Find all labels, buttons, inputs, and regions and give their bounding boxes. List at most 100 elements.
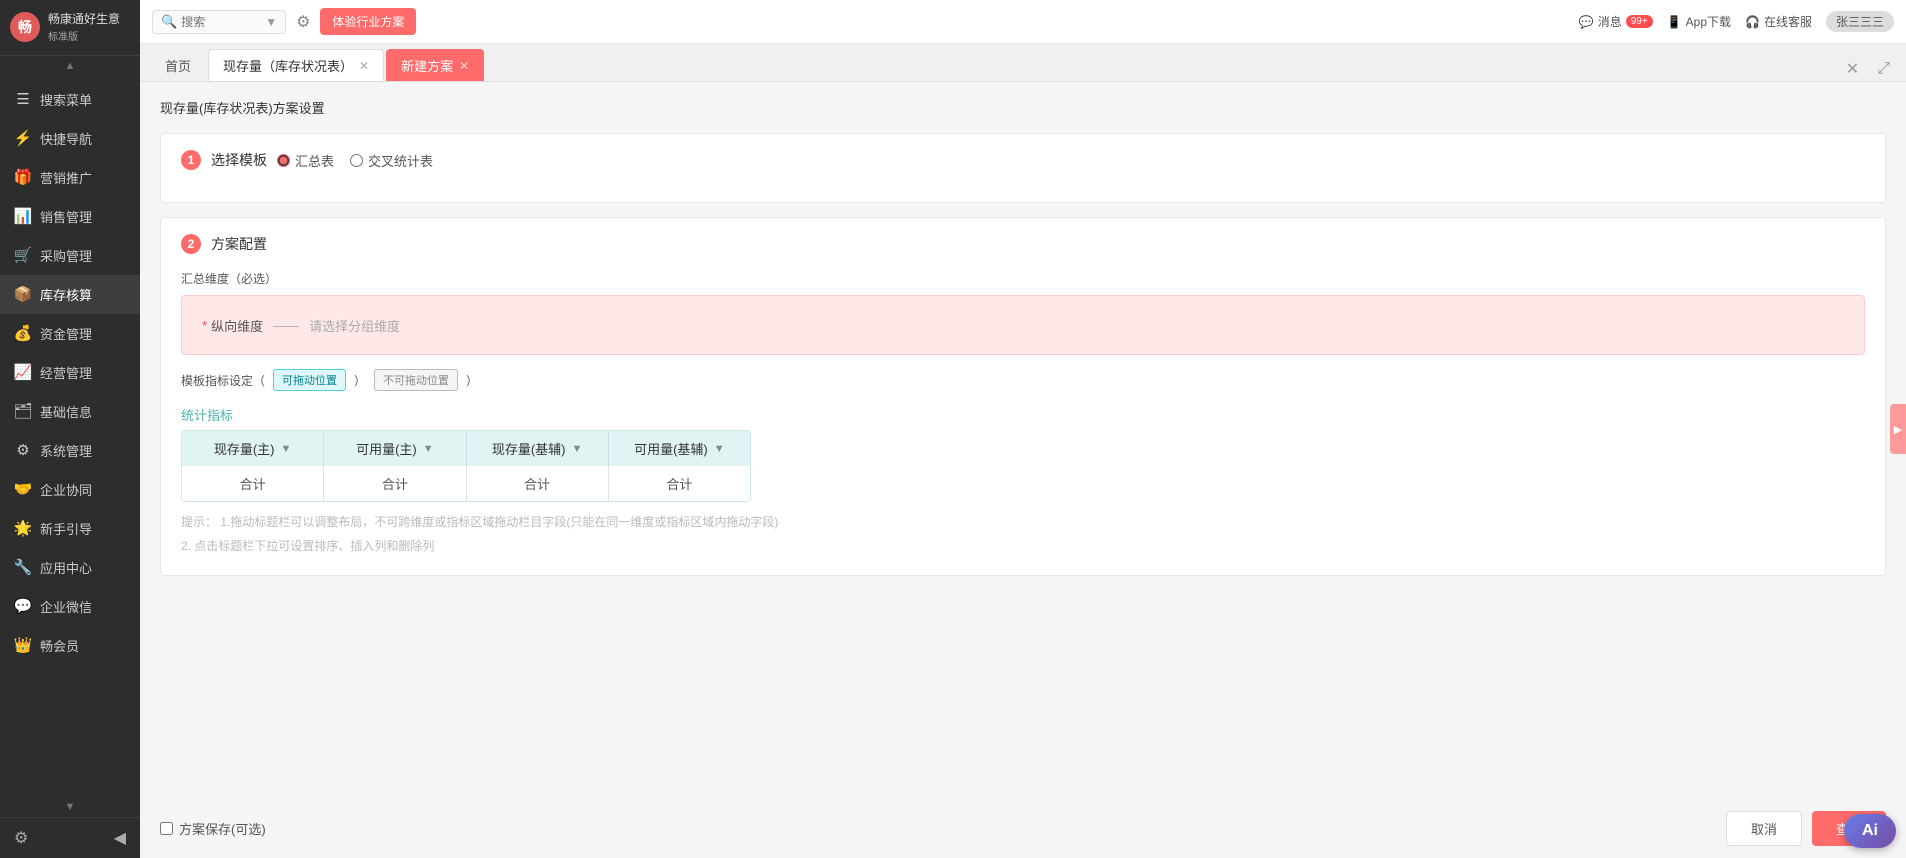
col-current-main[interactable]: 现存量(主) ▼ (182, 431, 324, 466)
vertical-dimension-label: 纵向维度 (211, 316, 263, 335)
sidebar-item-member[interactable]: 👑 畅会员 (0, 626, 140, 665)
quick-nav-icon: ⚡ (14, 129, 32, 147)
sidebar-scroll-down[interactable]: ▼ (0, 797, 140, 817)
radio-summary-label: 汇总表 (295, 151, 334, 170)
section1-header: 1 选择模板 汇总表 交叉统计表 (181, 150, 1865, 170)
sidebar-item-system[interactable]: ⚙ 系统管理 (0, 431, 140, 470)
trial-industry-button[interactable]: 体验行业方案 (320, 8, 416, 35)
sidebar-scroll-up[interactable]: ▲ (0, 56, 140, 76)
cell-sum-1: 合计 (182, 466, 324, 501)
tab-close-all-button[interactable]: ✕ (1840, 57, 1865, 81)
sidebar-item-operations[interactable]: 📈 经营管理 (0, 353, 140, 392)
tab-inventory-label: 现存量（库存状况表） (223, 56, 353, 75)
sidebar-item-label: 搜索菜单 (40, 90, 92, 109)
section-choose-template: 1 选择模板 汇总表 交叉统计表 (160, 133, 1886, 203)
sidebar-item-finance[interactable]: 💰 资金管理 (0, 314, 140, 353)
content-footer: 方案保存(可选) 取消 查询 (140, 799, 1906, 858)
save-plan-checkbox-label[interactable]: 方案保存(可选) (160, 819, 266, 838)
enterprise-icon: 🤝 (14, 480, 32, 498)
section1-title: 选择模板 (211, 150, 267, 170)
online-service-button[interactable]: 🎧 在线客服 (1745, 13, 1812, 30)
chip-fixed: 不可拖动位置 (374, 369, 458, 391)
tab-expand-button[interactable]: ⤢ (1871, 58, 1896, 80)
system-icon: ⚙ (14, 441, 32, 459)
message-button[interactable]: 💬 消息 99+ (1579, 13, 1653, 30)
finance-icon: 💰 (14, 324, 32, 342)
message-badge: 99+ (1626, 15, 1653, 28)
hint-1: 提示： 1.拖动标题栏可以调整布局，不可跨维度或指标区域拖动栏目字段(只能在同一… (181, 512, 1865, 534)
basic-info-icon: 🗂 (14, 402, 32, 420)
sidebar-item-wechat-work[interactable]: 💬 企业微信 (0, 587, 140, 626)
col-available-main[interactable]: 可用量(主) ▼ (324, 431, 466, 466)
tab-controls: ✕ ⤢ (1840, 57, 1906, 81)
indicator-close-paren2: ） (466, 372, 478, 389)
sidebar-item-app-center[interactable]: 🔧 应用中心 (0, 548, 140, 587)
tab-new-plan-close-icon[interactable]: ✕ (459, 59, 469, 73)
tab-inventory-close-icon[interactable]: ✕ (359, 59, 369, 73)
sidebar-item-label: 基础信息 (40, 402, 92, 421)
tabbar: 首页 现存量（库存状况表） ✕ 新建方案 ✕ ✕ ⤢ (140, 44, 1906, 82)
settings-icon[interactable]: ⚙ (14, 828, 28, 848)
sidebar-item-label: 新手引导 (40, 519, 92, 538)
right-panel-toggle[interactable]: ▶ (1890, 404, 1906, 454)
save-plan-label: 方案保存(可选) (179, 819, 266, 838)
topbar-search-box[interactable]: 🔍 ▼ (152, 10, 286, 34)
sidebar-item-quick-nav[interactable]: ⚡ 快捷导航 (0, 119, 140, 158)
sidebar-item-marketing[interactable]: 🎁 营销推广 (0, 158, 140, 197)
tab-inventory-status[interactable]: 现存量（库存状况表） ✕ (208, 49, 384, 81)
col-dropdown-icon[interactable]: ▼ (714, 443, 725, 455)
sidebar-item-label: 应用中心 (40, 558, 92, 577)
hints-section: 提示： 1.拖动标题栏可以调整布局，不可跨维度或指标区域拖动栏目字段(只能在同一… (181, 512, 1865, 557)
sidebar-item-search-menu[interactable]: ☰ 搜索菜单 (0, 80, 140, 119)
ai-fab-button[interactable]: Ai (1844, 814, 1896, 848)
settings-gear-icon[interactable]: ⚙ (296, 12, 310, 32)
col-available-main-label: 可用量(主) (356, 439, 417, 458)
sidebar-item-sales[interactable]: 📊 销售管理 (0, 197, 140, 236)
tab-new-plan[interactable]: 新建方案 ✕ (386, 49, 484, 81)
sidebar-item-label: 销售管理 (40, 207, 92, 226)
tab-home-label: 首页 (165, 56, 191, 75)
sidebar-item-enterprise[interactable]: 🤝 企业协同 (0, 470, 140, 509)
sidebar-item-label: 采购管理 (40, 246, 92, 265)
app-download-button[interactable]: 📱 App下载 (1667, 13, 1731, 30)
purchase-icon: 🛒 (14, 246, 32, 264)
search-dropdown-icon[interactable]: ▼ (265, 15, 277, 29)
sidebar-item-label: 企业微信 (40, 597, 92, 616)
col-available-aux[interactable]: 可用量(基辅) ▼ (609, 431, 750, 466)
sales-icon: 📊 (14, 207, 32, 225)
tab-home[interactable]: 首页 (150, 49, 206, 81)
col-dropdown-icon[interactable]: ▼ (572, 443, 583, 455)
topbar-right: 💬 消息 99+ 📱 App下载 🎧 在线客服 张三三三 (1579, 11, 1894, 32)
wechat-work-icon: 💬 (14, 597, 32, 615)
user-avatar[interactable]: 张三三三 (1826, 11, 1894, 32)
sidebar-item-guide[interactable]: 🌟 新手引导 (0, 509, 140, 548)
radio-cross-label: 交叉统计表 (368, 151, 433, 170)
radio-cross-input[interactable] (350, 154, 363, 167)
radio-summary[interactable]: 汇总表 (277, 151, 334, 170)
indicator-label-text: 模板指标设定（ (181, 372, 265, 389)
indicator-close-paren: ） (354, 372, 366, 389)
cancel-button[interactable]: 取消 (1726, 811, 1802, 846)
col-dropdown-icon[interactable]: ▼ (281, 443, 292, 455)
app-version: 标准版 (48, 28, 120, 43)
col-current-aux[interactable]: 现存量(基辅) ▼ (467, 431, 609, 466)
save-plan-checkbox[interactable] (160, 822, 173, 835)
col-current-aux-label: 现存量(基辅) (492, 439, 566, 458)
dimension-placeholder: 请选择分组维度 (309, 316, 400, 335)
marketing-icon: 🎁 (14, 168, 32, 186)
stats-section-label: 统计指标 (181, 405, 1865, 424)
sidebar-item-basic-info[interactable]: 🗂 基础信息 (0, 392, 140, 431)
main-area: 🔍 ▼ ⚙ 体验行业方案 💬 消息 99+ 📱 App下载 🎧 在线客服 张三三… (140, 0, 1906, 858)
sidebar-item-inventory[interactable]: 📦 库存核算 (0, 275, 140, 314)
col-available-aux-label: 可用量(基辅) (634, 439, 708, 458)
radio-cross[interactable]: 交叉统计表 (350, 151, 433, 170)
dimension-row[interactable]: * 纵向维度 —— 请选择分组维度 (181, 295, 1865, 355)
sidebar-logo: 畅 畅康通好生意 标准版 (0, 0, 140, 56)
radio-summary-input[interactable] (277, 154, 290, 167)
message-label: 消息 (1598, 13, 1622, 30)
col-dropdown-icon[interactable]: ▼ (423, 443, 434, 455)
search-menu-icon: ☰ (14, 90, 32, 108)
search-input[interactable] (181, 15, 261, 29)
sidebar-item-purchase[interactable]: 🛒 采购管理 (0, 236, 140, 275)
collapse-icon[interactable]: ◀ (114, 828, 126, 848)
